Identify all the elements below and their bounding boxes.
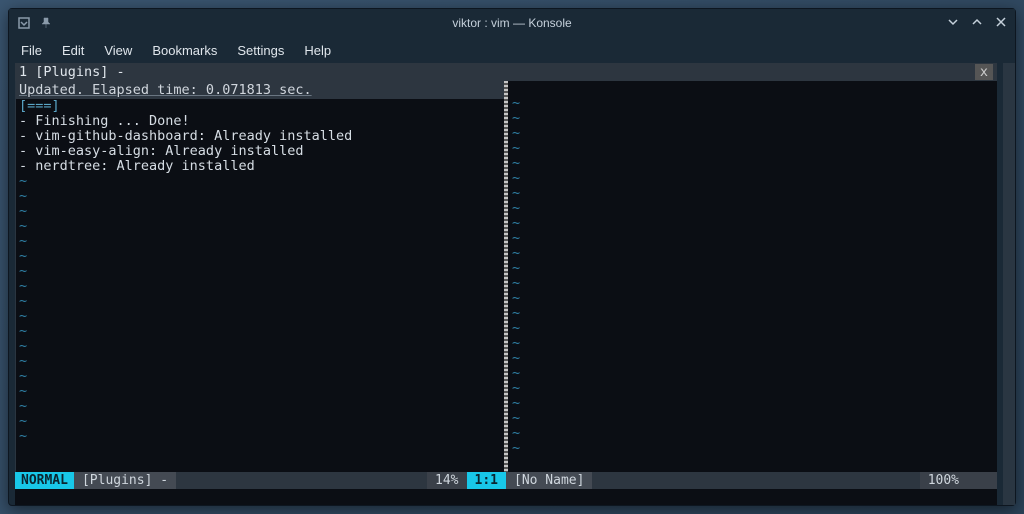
buffer-tab-label[interactable]: 1 [Plugins] -: [19, 64, 125, 80]
status-percent-left: 14%: [427, 472, 466, 489]
window-title: viktor : vim — Konsole: [452, 16, 571, 30]
app-menu-icon[interactable]: [17, 16, 31, 30]
menu-view[interactable]: View: [104, 43, 132, 58]
buffer-close-x[interactable]: x: [975, 64, 993, 80]
menu-edit[interactable]: Edit: [62, 43, 84, 58]
status-position-left: 1:1: [467, 472, 506, 489]
menu-bookmarks[interactable]: Bookmarks: [152, 43, 217, 58]
status-filename-right: [No Name]: [506, 472, 592, 489]
terminal-scrollbar[interactable]: [1003, 63, 1015, 505]
content-line: - nerdtree: Already installed: [19, 159, 504, 174]
maximize-button[interactable]: [971, 16, 983, 31]
status-filename-left: [Plugins] -: [74, 472, 176, 489]
minimize-button[interactable]: [947, 16, 959, 31]
pane-content: [===] - Finishing ... Done! - vim-github…: [15, 99, 504, 174]
close-button[interactable]: [995, 16, 1007, 31]
terminal-area[interactable]: 1 [Plugins] - x Updated. Elapsed time: 0…: [15, 63, 997, 505]
tilde-lines: ~~~~~~~~~~~~~~~~~~: [15, 174, 504, 444]
content-line: - Finishing ... Done!: [19, 114, 504, 129]
plugin-status-line: Updated. Elapsed time: 0.071813 sec.: [15, 81, 504, 99]
content-line: - vim-github-dashboard: Already installe…: [19, 129, 504, 144]
status-percent-right: 100%: [920, 472, 967, 489]
left-pane[interactable]: Updated. Elapsed time: 0.071813 sec. [==…: [15, 81, 504, 472]
right-pane[interactable]: ~~~~~~~~~~~~~~~~~~~~~~~~: [508, 81, 997, 472]
menu-settings[interactable]: Settings: [237, 43, 284, 58]
pin-icon[interactable]: [39, 16, 53, 30]
progress-indicator: [===]: [19, 98, 60, 114]
konsole-window: viktor : vim — Konsole File Edit View Bo…: [8, 8, 1016, 506]
menubar: File Edit View Bookmarks Settings Help: [9, 37, 1015, 63]
tilde-lines: ~~~~~~~~~~~~~~~~~~~~~~~~: [508, 96, 997, 456]
titlebar[interactable]: viktor : vim — Konsole: [9, 9, 1015, 37]
mode-indicator: NORMAL: [15, 472, 74, 489]
content-line: - vim-easy-align: Already installed: [19, 144, 504, 159]
command-line[interactable]: [15, 489, 997, 505]
menu-help[interactable]: Help: [304, 43, 331, 58]
buffer-tabline: 1 [Plugins] - x: [15, 63, 997, 81]
vim-statusline: NORMAL [Plugins] - 14% 1:1 [No Name] 100…: [15, 472, 997, 489]
empty-first-line: [508, 81, 997, 96]
menu-file[interactable]: File: [21, 43, 42, 58]
